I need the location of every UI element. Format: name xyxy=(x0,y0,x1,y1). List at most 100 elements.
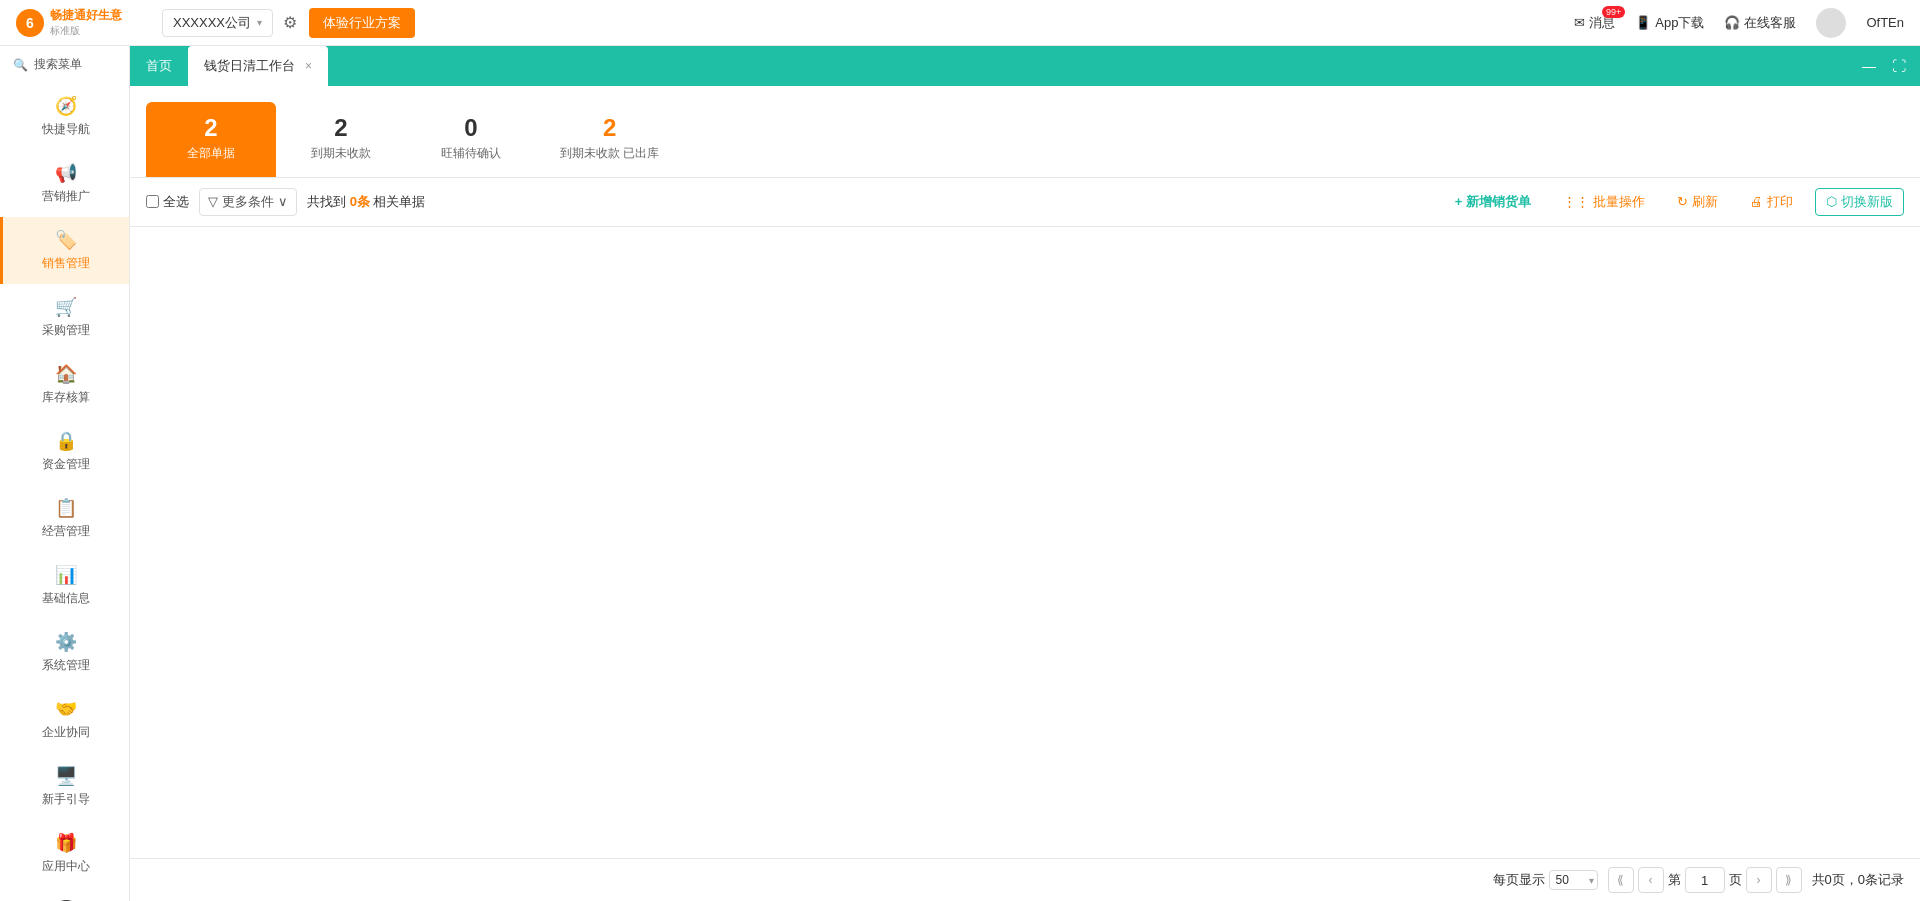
stat-count-overdue: 2 xyxy=(300,114,382,143)
sidebar-item-finance[interactable]: 🔒 资金管理 xyxy=(0,418,129,485)
sidebar-label-cooperation: 企业协同 xyxy=(42,724,90,741)
tab-active[interactable]: 钱货日清工作台 × xyxy=(188,46,328,86)
page-input[interactable] xyxy=(1685,867,1725,893)
stat-label-overdue: 到期未收款 xyxy=(300,145,382,162)
sidebar-label-purchase: 采购管理 xyxy=(42,322,90,339)
sidebar-item-wechat[interactable]: 💬 企业微信 xyxy=(0,887,129,901)
basic-icon: 📊 xyxy=(55,564,77,586)
per-page-select[interactable]: 50 100 200 xyxy=(1549,870,1598,890)
stat-card-all[interactable]: 2 全部单据 xyxy=(146,102,276,177)
sidebar-label-quick-nav: 快捷导航 xyxy=(42,121,90,138)
page-size-select: 每页显示 50 100 200 xyxy=(1493,870,1598,890)
sales-icon: 🏷️ xyxy=(55,229,77,251)
sidebar-item-guide[interactable]: 🖥️ 新手引导 xyxy=(0,753,129,820)
switch-label: 切换新版 xyxy=(1841,193,1893,211)
per-page-wrapper: 50 100 200 xyxy=(1549,870,1598,890)
select-all-checkbox[interactable]: 全选 xyxy=(146,193,189,211)
stat-count-pending: 0 xyxy=(430,114,512,143)
settings-icon[interactable]: ⚙ xyxy=(283,13,297,32)
tab-active-label: 钱货日清工作台 xyxy=(204,57,295,75)
compass-icon: 🧭 xyxy=(55,95,77,117)
print-label: 打印 xyxy=(1767,193,1793,211)
message-icon: ✉ xyxy=(1574,15,1585,30)
top-header: 6 畅捷通好生意 标准版 XXXXXX公司 ▾ ⚙ 体验行业方案 ✉ 消息 99… xyxy=(0,0,1920,46)
company-dropdown-icon: ▾ xyxy=(257,17,262,28)
operations-icon: 📋 xyxy=(55,497,77,519)
logo-line2: 标准版 xyxy=(50,24,122,38)
system-icon: ⚙️ xyxy=(55,631,77,653)
result-suffix: 相关单据 xyxy=(373,194,425,209)
result-text: 共找到 0条 相关单据 xyxy=(307,193,425,211)
username: OfTEn xyxy=(1866,15,1904,30)
first-page-button[interactable]: ⟪ xyxy=(1608,867,1634,893)
stat-label-all: 全部单据 xyxy=(170,145,252,162)
sidebar-label-guide: 新手引导 xyxy=(42,791,90,808)
sidebar-label-operations: 经营管理 xyxy=(42,523,90,540)
stat-card-pending[interactable]: 0 旺辅待确认 xyxy=(406,102,536,177)
filter-icon: ▽ xyxy=(208,194,218,209)
finance-icon: 🔒 xyxy=(55,430,77,452)
switch-version-button[interactable]: ⬡ 切换新版 xyxy=(1815,188,1904,216)
print-icon: 🖨 xyxy=(1750,194,1763,209)
sidebar-label-marketing: 营销推广 xyxy=(42,188,90,205)
batch-button[interactable]: ⋮⋮ 批量操作 xyxy=(1553,188,1655,216)
total-info: 共0页，0条记录 xyxy=(1812,871,1904,889)
last-page-button[interactable]: ⟫ xyxy=(1776,867,1802,893)
stat-card-overdue[interactable]: 2 到期未收款 xyxy=(276,102,406,177)
print-button[interactable]: 🖨 打印 xyxy=(1740,188,1803,216)
tab-close-icon[interactable]: × xyxy=(305,59,312,73)
app-download-item[interactable]: 📱 App下载 xyxy=(1635,14,1704,32)
logo-area: 6 畅捷通好生意 标准版 xyxy=(16,7,146,38)
sidebar-item-appstore[interactable]: 🎁 应用中心 xyxy=(0,820,129,887)
add-button[interactable]: + 新增销货单 xyxy=(1445,188,1541,216)
cooperation-icon: 🤝 xyxy=(55,698,77,720)
sidebar-item-operations[interactable]: 📋 经营管理 xyxy=(0,485,129,552)
tab-minimize-icon[interactable]: — xyxy=(1858,54,1880,78)
appstore-icon: 🎁 xyxy=(55,832,77,854)
next-page-button[interactable]: › xyxy=(1746,867,1772,893)
layout: 🔍 搜索菜单 🧭 快捷导航 📢 营销推广 🏷️ 销售管理 🛒 采购管理 🏠 库存… xyxy=(0,46,1920,901)
notification-item[interactable]: ✉ 消息 99+ xyxy=(1574,14,1615,32)
company-name: XXXXXX公司 xyxy=(173,14,251,32)
sidebar-label-sales: 销售管理 xyxy=(42,255,90,272)
sidebar-item-system[interactable]: ⚙️ 系统管理 xyxy=(0,619,129,686)
sidebar: 🔍 搜索菜单 🧭 快捷导航 📢 营销推广 🏷️ 销售管理 🛒 采购管理 🏠 库存… xyxy=(0,46,130,901)
refresh-button[interactable]: ↻ 刷新 xyxy=(1667,188,1728,216)
filter-chevron-icon: ∨ xyxy=(278,194,288,209)
stat-count-shipped: 2 xyxy=(560,114,659,143)
search-icon: 🔍 xyxy=(13,58,28,72)
company-selector[interactable]: XXXXXX公司 ▾ xyxy=(162,9,273,37)
sidebar-item-marketing[interactable]: 📢 营销推广 xyxy=(0,150,129,217)
filter-label: 更多条件 xyxy=(222,193,274,211)
trial-button[interactable]: 体验行业方案 xyxy=(309,8,415,38)
sidebar-item-basic[interactable]: 📊 基础信息 xyxy=(0,552,129,619)
avatar[interactable] xyxy=(1816,8,1846,38)
purchase-icon: 🛒 xyxy=(55,296,77,318)
sidebar-label-basic: 基础信息 xyxy=(42,590,90,607)
stats-row: 2 全部单据 2 到期未收款 0 旺辅待确认 2 到期未收款 已出库 xyxy=(130,86,1920,178)
result-count: 0条 xyxy=(350,194,370,209)
table-area xyxy=(130,227,1920,858)
sidebar-item-inventory[interactable]: 🏠 库存核算 xyxy=(0,351,129,418)
checkbox-input[interactable] xyxy=(146,195,159,208)
add-btn-label: + 新增销货单 xyxy=(1455,193,1531,211)
stat-card-shipped[interactable]: 2 到期未收款 已出库 xyxy=(536,102,683,177)
sidebar-item-quick-nav[interactable]: 🧭 快捷导航 xyxy=(0,83,129,150)
page-nav: ⟪ ‹ 第 页 › ⟫ xyxy=(1608,867,1802,893)
refresh-icon: ↻ xyxy=(1677,194,1688,209)
sidebar-search-label: 搜索菜单 xyxy=(34,56,82,73)
page-suffix: 页 xyxy=(1729,871,1742,889)
online-service-item[interactable]: 🎧 在线客服 xyxy=(1724,14,1796,32)
tab-home[interactable]: 首页 xyxy=(130,46,188,86)
sidebar-item-sales[interactable]: 🏷️ 销售管理 xyxy=(0,217,129,284)
tab-expand-icon[interactable]: ⛶ xyxy=(1888,54,1910,78)
per-page-label: 每页显示 xyxy=(1493,871,1545,889)
prev-page-button[interactable]: ‹ xyxy=(1638,867,1664,893)
phone-icon: 📱 xyxy=(1635,15,1651,30)
sidebar-search[interactable]: 🔍 搜索菜单 xyxy=(0,46,129,83)
filter-button[interactable]: ▽ 更多条件 ∨ xyxy=(199,188,297,216)
sidebar-item-cooperation[interactable]: 🤝 企业协同 xyxy=(0,686,129,753)
sidebar-item-purchase[interactable]: 🛒 采购管理 xyxy=(0,284,129,351)
sidebar-label-finance: 资金管理 xyxy=(42,456,90,473)
inventory-icon: 🏠 xyxy=(55,363,77,385)
